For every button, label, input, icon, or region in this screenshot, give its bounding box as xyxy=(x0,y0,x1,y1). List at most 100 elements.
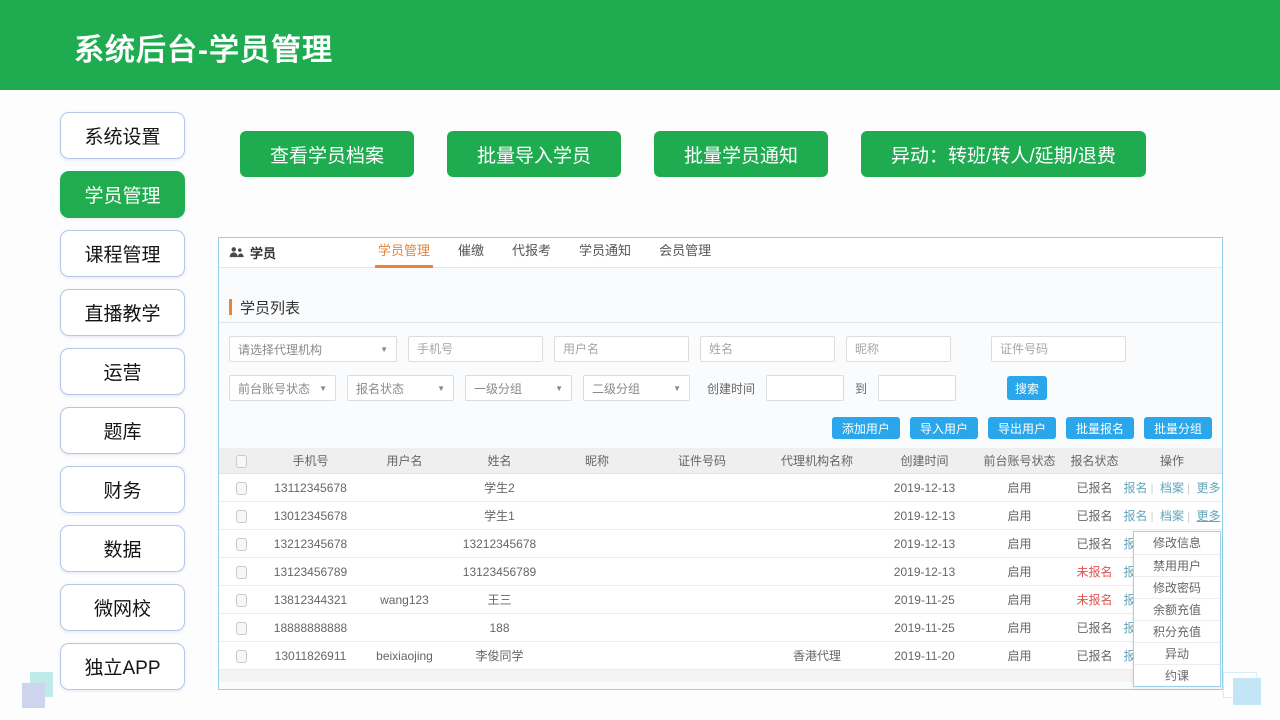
cell-operations: 报名| 档案| 更多 xyxy=(1122,507,1222,524)
phone-input[interactable] xyxy=(408,336,543,362)
page-title: 系统后台-学员管理 xyxy=(0,0,1280,69)
row-action-more[interactable]: 更多 xyxy=(1196,481,1220,495)
name-input[interactable] xyxy=(700,336,835,362)
agency-select[interactable]: 请选择代理机构 ▼ xyxy=(229,336,397,362)
cell-account-status: 启用 xyxy=(972,535,1067,552)
cell-name: 13123456789 xyxy=(452,565,547,579)
sidebar-item[interactable]: 独立APP xyxy=(60,643,185,690)
row-checkbox[interactable] xyxy=(236,650,247,663)
col-enroll-status: 报名状态 xyxy=(1067,452,1122,469)
row-action-enroll[interactable]: 报名 xyxy=(1124,481,1148,495)
nickname-input[interactable] xyxy=(846,336,951,362)
sidebar-item[interactable]: 数据 xyxy=(60,525,185,572)
quick-action-button[interactable]: 异动：转班/转人/延期/退费 xyxy=(861,131,1146,177)
filter-select[interactable]: 前台账号状态 ▼ xyxy=(229,375,336,401)
col-created: 创建时间 xyxy=(877,452,972,469)
row-checkbox[interactable] xyxy=(236,594,247,607)
bulk-action-button[interactable]: 批量报名 xyxy=(1066,417,1134,439)
bulk-action-button[interactable]: 批量分组 xyxy=(1144,417,1212,439)
table-row: 13011826911 beixiaojing 李俊同学 香港代理 2019-1… xyxy=(219,642,1222,670)
decor-square-lavender-left xyxy=(22,683,45,708)
module-label: 学员 xyxy=(229,243,375,262)
filter-area: 请选择代理机构 ▼ 前台账号状态 ▼ 报名状态 ▼ xyxy=(219,323,1222,401)
quick-action-button[interactable]: 查看学员档案 xyxy=(240,131,414,177)
filter-select-placeholder: 一级分组 xyxy=(474,380,522,397)
chevron-down-icon: ▼ xyxy=(380,345,388,354)
quick-action-button[interactable]: 批量学员通知 xyxy=(654,131,828,177)
panel-tab[interactable]: 学员管理 xyxy=(375,238,433,268)
sidebar-item[interactable]: 课程管理 xyxy=(60,230,185,277)
search-button[interactable]: 搜索 xyxy=(1007,376,1047,400)
quick-actions-row: 查看学员档案 批量导入学员 批量学员通知 异动：转班/转人/延期/退费 xyxy=(240,131,1146,177)
filter-select[interactable]: 二级分组 ▼ xyxy=(583,375,690,401)
sidebar-item-label: 直播教学 xyxy=(84,299,160,326)
panel-tab[interactable]: 催缴 xyxy=(455,238,487,268)
student-panel: 学员 学员管理 催缴 代报考 学员通知 会员管理 xyxy=(218,237,1223,690)
context-menu-item[interactable]: 余额充值 xyxy=(1134,598,1220,620)
cell-phone: 13812344321 xyxy=(264,593,357,607)
row-checkbox[interactable] xyxy=(236,622,247,635)
filter-select[interactable]: 报名状态 ▼ xyxy=(347,375,454,401)
panel-tab[interactable]: 代报考 xyxy=(509,238,554,268)
cell-username: beixiaojing xyxy=(357,649,452,663)
action-separator: | xyxy=(1187,509,1190,523)
quick-action-button[interactable]: 批量导入学员 xyxy=(447,131,621,177)
bulk-action-button[interactable]: 导入用户 xyxy=(910,417,978,439)
tab-label: 学员通知 xyxy=(579,243,631,258)
bulk-action-button[interactable]: 导出用户 xyxy=(988,417,1056,439)
row-checkbox[interactable] xyxy=(236,510,247,523)
created-to-input[interactable] xyxy=(878,375,956,401)
cell-created: 2019-11-25 xyxy=(877,593,972,607)
bulk-action-button[interactable]: 添加用户 xyxy=(832,417,900,439)
to-label: 到 xyxy=(855,380,867,397)
sidebar-item-label: 题库 xyxy=(103,417,141,444)
context-menu-item[interactable]: 禁用用户 xyxy=(1134,554,1220,576)
row-action-archive[interactable]: 档案 xyxy=(1160,509,1184,523)
table-row: 13812344321 wang123 王三 2019-11-25 启用 未报名… xyxy=(219,586,1222,614)
filter-row-1: 请选择代理机构 ▼ xyxy=(229,336,1212,362)
col-operations: 操作 xyxy=(1122,452,1222,469)
created-from-input[interactable] xyxy=(766,375,844,401)
sidebar-item-label: 课程管理 xyxy=(84,240,160,267)
select-all-checkbox[interactable] xyxy=(236,455,247,468)
table-row: 13112345678 学生2 2019-12-13 启用 已报名 报名| 档案… xyxy=(219,474,1222,502)
cell-created: 2019-12-13 xyxy=(877,565,972,579)
row-checkbox[interactable] xyxy=(236,538,247,551)
cell-phone: 13123456789 xyxy=(264,565,357,579)
students-icon xyxy=(229,247,244,258)
row-action-more[interactable]: 更多 xyxy=(1196,509,1220,523)
cell-name: 王三 xyxy=(452,591,547,608)
sidebar-item[interactable]: 题库 xyxy=(60,407,185,454)
sidebar-item[interactable]: 微网校 xyxy=(60,584,185,631)
sidebar-item[interactable]: 系统设置 xyxy=(60,112,185,159)
cell-enroll-status: 已报名 xyxy=(1067,507,1122,524)
context-menu-item[interactable]: 约课 xyxy=(1134,664,1220,686)
row-checkbox[interactable] xyxy=(236,566,247,579)
app-header: 系统后台-学员管理 xyxy=(0,0,1280,90)
context-menu-item[interactable]: 异动 xyxy=(1134,642,1220,664)
sidebar-item[interactable]: 学员管理 xyxy=(60,171,185,218)
row-checkbox[interactable] xyxy=(236,482,247,495)
username-input[interactable] xyxy=(554,336,689,362)
cell-enroll-status: 已报名 xyxy=(1067,619,1122,636)
col-name: 姓名 xyxy=(452,452,547,469)
bulk-actions-row: 添加用户 导入用户 导出用户 批量报名 批量分组 xyxy=(219,414,1222,448)
context-menu-item[interactable]: 修改信息 xyxy=(1134,532,1220,554)
cell-created: 2019-12-13 xyxy=(877,481,972,495)
students-table: 手机号 用户名 姓名 昵称 证件号码 代理机构名称 创建时间 前台账号状态 报名… xyxy=(219,448,1222,682)
sidebar-item[interactable]: 运营 xyxy=(60,348,185,395)
panel-tab[interactable]: 学员通知 xyxy=(576,238,634,268)
filter-select[interactable]: 一级分组 ▼ xyxy=(465,375,572,401)
cell-created: 2019-11-20 xyxy=(877,649,972,663)
sidebar-item[interactable]: 财务 xyxy=(60,466,185,513)
id-number-input[interactable] xyxy=(991,336,1126,362)
context-menu-item[interactable]: 积分充值 xyxy=(1134,620,1220,642)
context-menu-item[interactable]: 修改密码 xyxy=(1134,576,1220,598)
sidebar-item[interactable]: 直播教学 xyxy=(60,289,185,336)
row-action-enroll[interactable]: 报名 xyxy=(1124,509,1148,523)
chevron-down-icon: ▼ xyxy=(555,384,563,393)
panel-tab[interactable]: 会员管理 xyxy=(656,238,714,268)
row-action-archive[interactable]: 档案 xyxy=(1160,481,1184,495)
cell-account-status: 启用 xyxy=(972,563,1067,580)
cell-enroll-status: 已报名 xyxy=(1067,479,1122,496)
